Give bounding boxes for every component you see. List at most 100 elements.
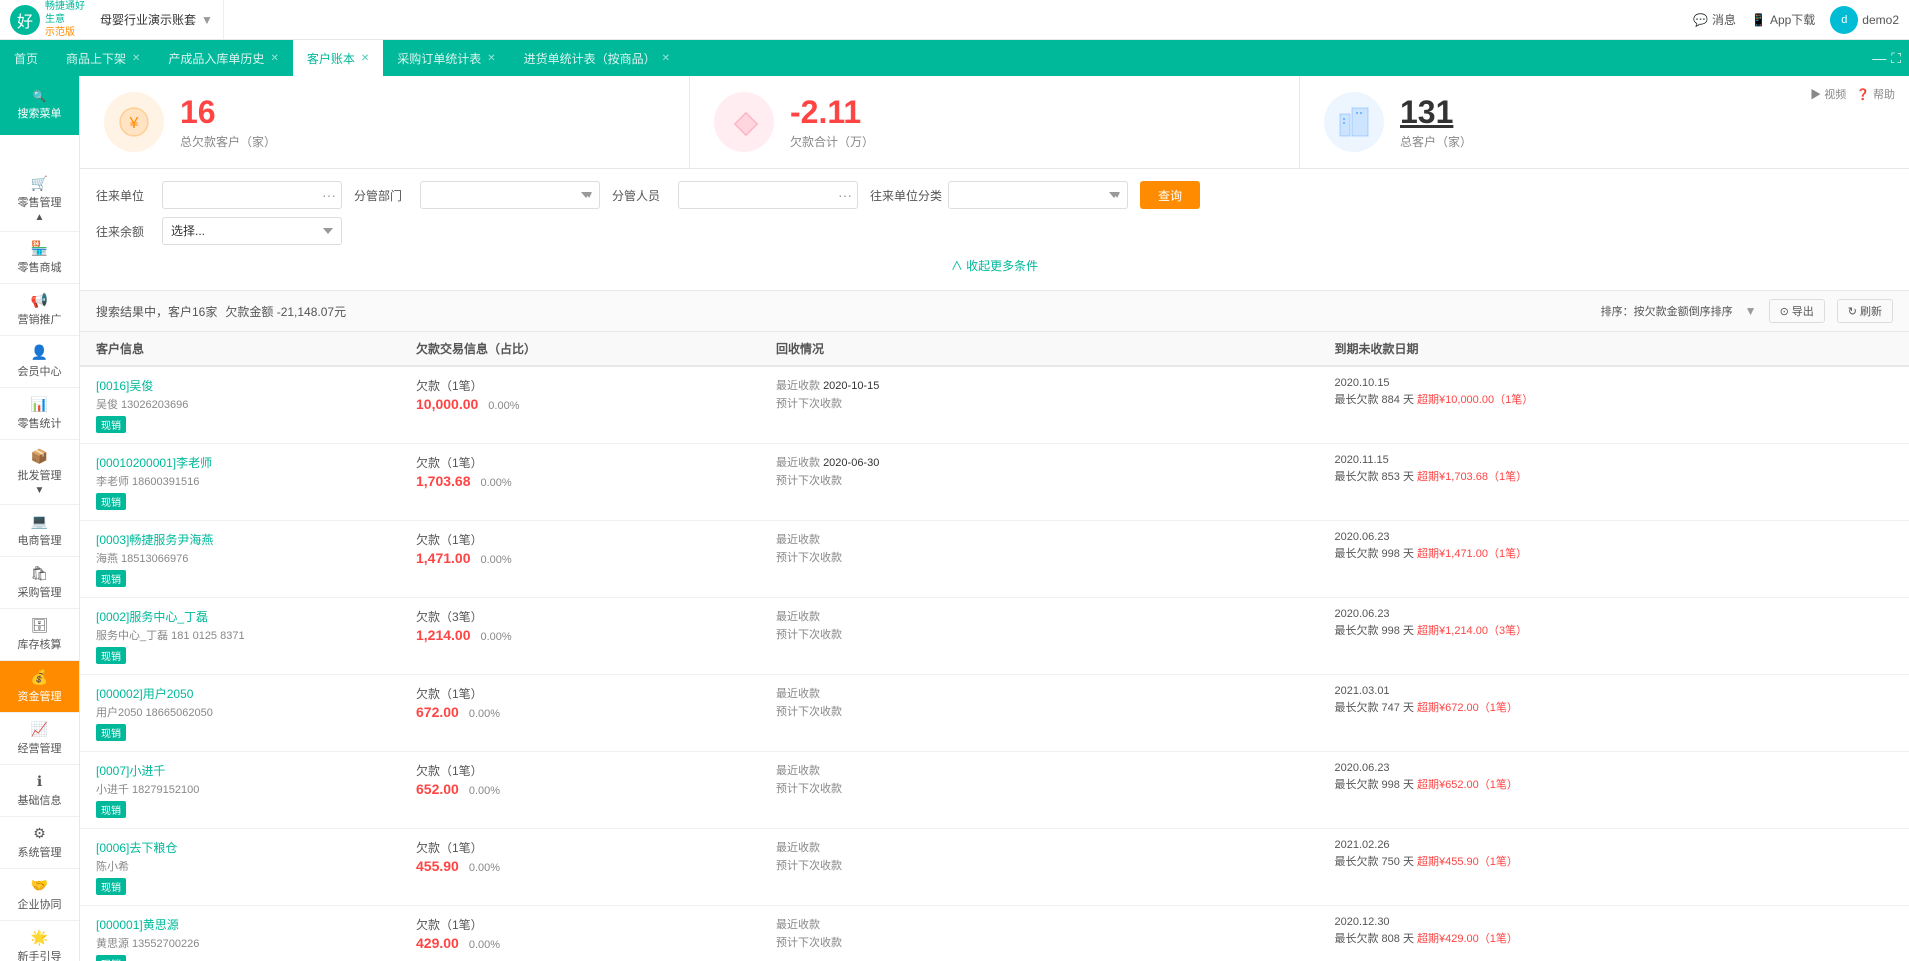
from-unit-input[interactable]: [162, 181, 342, 209]
overdue-amount-0[interactable]: 超期¥10,000.00（1笔）: [1417, 394, 1533, 406]
tab-purchase-stats[interactable]: 进货单统计表（按商品） ✕: [510, 40, 684, 76]
due-cell-4: 2021.03.01 最长欠款 747 天 超期¥672.00（1笔）: [1335, 685, 1894, 717]
system-icon: ⚙: [33, 825, 46, 842]
header-debt-info: 欠款交易信息（占比）: [416, 340, 776, 357]
sidebar-item-system[interactable]: ⚙ 系统管理: [0, 817, 79, 869]
sort-dropdown-icon[interactable]: ▼: [1745, 304, 1757, 318]
overdue-amount-5[interactable]: 超期¥652.00（1笔）: [1417, 779, 1518, 791]
sidebar-item-inventory[interactable]: 🗄 库存核算: [0, 609, 79, 661]
debt-amount-0[interactable]: 10,000.00: [416, 396, 478, 412]
sidebar-item-member-center[interactable]: 👤 会员中心: [0, 336, 79, 388]
person-input[interactable]: [678, 181, 858, 209]
from-unit-label: 往来单位: [96, 187, 156, 204]
tab-minimize-icon[interactable]: —: [1872, 50, 1886, 66]
finance-icon: 💰: [31, 669, 48, 686]
customer-cell-3: [0002]服务中心_丁磊 服务中心_丁磊 181 0125 8371 现销: [96, 608, 416, 664]
filter-area: 往来单位 ··· 分管部门 ▼ 分管人员: [80, 169, 1909, 291]
overdue-amount-6[interactable]: 超期¥455.90（1笔）: [1417, 856, 1518, 868]
sidebar-item-retail-stats[interactable]: 📊 零售统计: [0, 388, 79, 440]
help-btn[interactable]: ❓ 帮助: [1856, 86, 1895, 102]
sidebar-item-ecommerce[interactable]: 💻 电商管理: [0, 505, 79, 557]
debt-cell-2: 欠款（1笔） 1,471.00 0.00%: [416, 531, 776, 568]
overdue-amount-3[interactable]: 超期¥1,214.00（3笔）: [1417, 625, 1527, 637]
debt-cell-6: 欠款（1笔） 455.90 0.00%: [416, 839, 776, 876]
debt-amount-7[interactable]: 429.00: [416, 935, 459, 951]
close-tab-product-off[interactable]: ✕: [132, 53, 140, 64]
sidebar-item-guide[interactable]: 🌟 新手引导: [0, 921, 79, 961]
debt-amount-3[interactable]: 1,214.00: [416, 627, 471, 643]
sidebar-quick-nav[interactable]: 快捷导航: [0, 135, 79, 167]
customer-name-5[interactable]: [0007]小进千: [96, 762, 416, 779]
result-actions: 排序：按欠款金额倒序排序 ▼ ⊙ 导出 ↻ 刷新: [1601, 299, 1893, 323]
inventory-icon: 🗄: [31, 617, 49, 634]
tab-product-off[interactable]: 商品上下架 ✕: [52, 40, 154, 76]
refresh-btn[interactable]: ↻ 刷新: [1837, 299, 1893, 323]
overdue-amount-7[interactable]: 超期¥429.00（1笔）: [1417, 933, 1518, 945]
sidebar-item-enterprise[interactable]: 🤝 企业协同: [0, 869, 79, 921]
result-bar: 搜索结果中，客户16家 欠款金额 -21,148.07元 排序：按欠款金额倒序排…: [80, 291, 1909, 332]
message-btn[interactable]: 💬 消息: [1693, 11, 1736, 28]
sidebar-item-ops-mgmt[interactable]: 📈 经营管理: [0, 713, 79, 765]
stat-card-debt-customers: ¥ 16 总欠款客户（家）: [80, 76, 690, 168]
sidebar-item-basic-info[interactable]: ℹ 基础信息: [0, 765, 79, 817]
debt-amount-4[interactable]: 672.00: [416, 704, 459, 720]
customer-name-4[interactable]: [000002]用户2050: [96, 685, 416, 702]
unit-class-input[interactable]: [948, 181, 1128, 209]
stat-info-debt-total: -2.11 欠款合计（万）: [790, 94, 874, 150]
tab-purchase-summary[interactable]: 采购订单统计表 ✕: [383, 40, 509, 76]
balance-select[interactable]: 选择...: [162, 217, 342, 245]
user-profile[interactable]: d demo2: [1830, 6, 1899, 34]
debt-row-1: 1,703.68 0.00%: [416, 473, 776, 491]
org-selector[interactable]: 母婴行业演示账套 ▼: [90, 0, 224, 39]
close-tab-customer-account[interactable]: ✕: [361, 53, 369, 64]
top-right-actions: 💬 消息 📱 App下载 d demo2: [1693, 6, 1899, 34]
debt-customers-label: 总欠款客户（家）: [180, 133, 276, 150]
sidebar-item-retail-store[interactable]: 🏪 零售商城: [0, 232, 79, 284]
close-tab-purchase-summary[interactable]: ✕: [487, 53, 495, 64]
sidebar-item-marketing[interactable]: 📢 营销推广: [0, 284, 79, 336]
sidebar-item-batch-mgmt[interactable]: 📦 批发管理 ▼: [0, 440, 79, 505]
close-tab-purchase-stats[interactable]: ✕: [662, 53, 670, 64]
sidebar-item-finance[interactable]: 💰 资金管理: [0, 661, 79, 713]
overdue-amount-4[interactable]: 超期¥672.00（1笔）: [1417, 702, 1518, 714]
tab-maximize-icon[interactable]: ⛶: [1891, 50, 1901, 67]
ecommerce-icon: 💻: [31, 513, 48, 530]
retail-mgmt-arrow: ▲: [35, 212, 45, 223]
debt-amount-2[interactable]: 1,471.00: [416, 550, 471, 566]
close-tab-production-history[interactable]: ✕: [270, 53, 278, 64]
video-icon: ▶: [1810, 89, 1821, 101]
refresh-icon: ↻: [1848, 305, 1857, 318]
customer-name-6[interactable]: [0006]去下粮仓: [96, 839, 416, 856]
logo: 好 畅捷通好生意 示范版: [10, 0, 90, 39]
tab-home[interactable]: 首页: [0, 40, 52, 76]
org-dropdown-icon[interactable]: ▼: [201, 13, 213, 27]
sidebar-item-retail-mgmt[interactable]: 🛒 零售管理 ▲: [0, 167, 79, 232]
overdue-amount-2[interactable]: 超期¥1,471.00（1笔）: [1417, 548, 1527, 560]
customer-name-2[interactable]: [0003]畅捷服务尹海燕: [96, 531, 416, 548]
stat-icon-debt-customers: ¥: [104, 92, 164, 152]
sidebar-item-purchase[interactable]: 🛍 采购管理: [0, 557, 79, 609]
tab-production-history[interactable]: 产成品入库单历史 ✕: [154, 40, 292, 76]
customer-name-3[interactable]: [0002]服务中心_丁磊: [96, 608, 416, 625]
recover-cell-1: 最近收款 2020-06-30 预计下次收款: [776, 454, 1335, 490]
debt-amount-1[interactable]: 1,703.68: [416, 473, 471, 489]
customer-name-7[interactable]: [000001]黄思源: [96, 916, 416, 933]
sidebar-search-btn[interactable]: 🔍 搜索菜单: [0, 82, 79, 129]
customer-tag-5: 现销: [96, 801, 126, 818]
tab-customer-account[interactable]: 客户账本 ✕: [293, 40, 383, 76]
collapse-bar[interactable]: ∧ 收起更多条件: [96, 253, 1893, 278]
balance-input-wrap: 选择...: [162, 217, 342, 245]
customer-tag-1: 现销: [96, 493, 126, 510]
from-unit-dots-btn[interactable]: ···: [322, 187, 336, 203]
debt-amount-5[interactable]: 652.00: [416, 781, 459, 797]
overdue-amount-1[interactable]: 超期¥1,703.68（1笔）: [1417, 471, 1527, 483]
video-btn[interactable]: ▶ 视频: [1810, 86, 1846, 102]
customer-name-0[interactable]: [0016]吴俊: [96, 377, 416, 394]
query-btn[interactable]: 查询: [1140, 181, 1200, 209]
debt-amount-6[interactable]: 455.90: [416, 858, 459, 874]
person-dots-btn[interactable]: ···: [838, 187, 852, 203]
customer-name-1[interactable]: [00010200001]李老师: [96, 454, 416, 471]
export-btn[interactable]: ⊙ 导出: [1769, 299, 1825, 323]
app-download-btn[interactable]: 📱 App下载: [1751, 11, 1815, 28]
dept-input[interactable]: [420, 181, 600, 209]
